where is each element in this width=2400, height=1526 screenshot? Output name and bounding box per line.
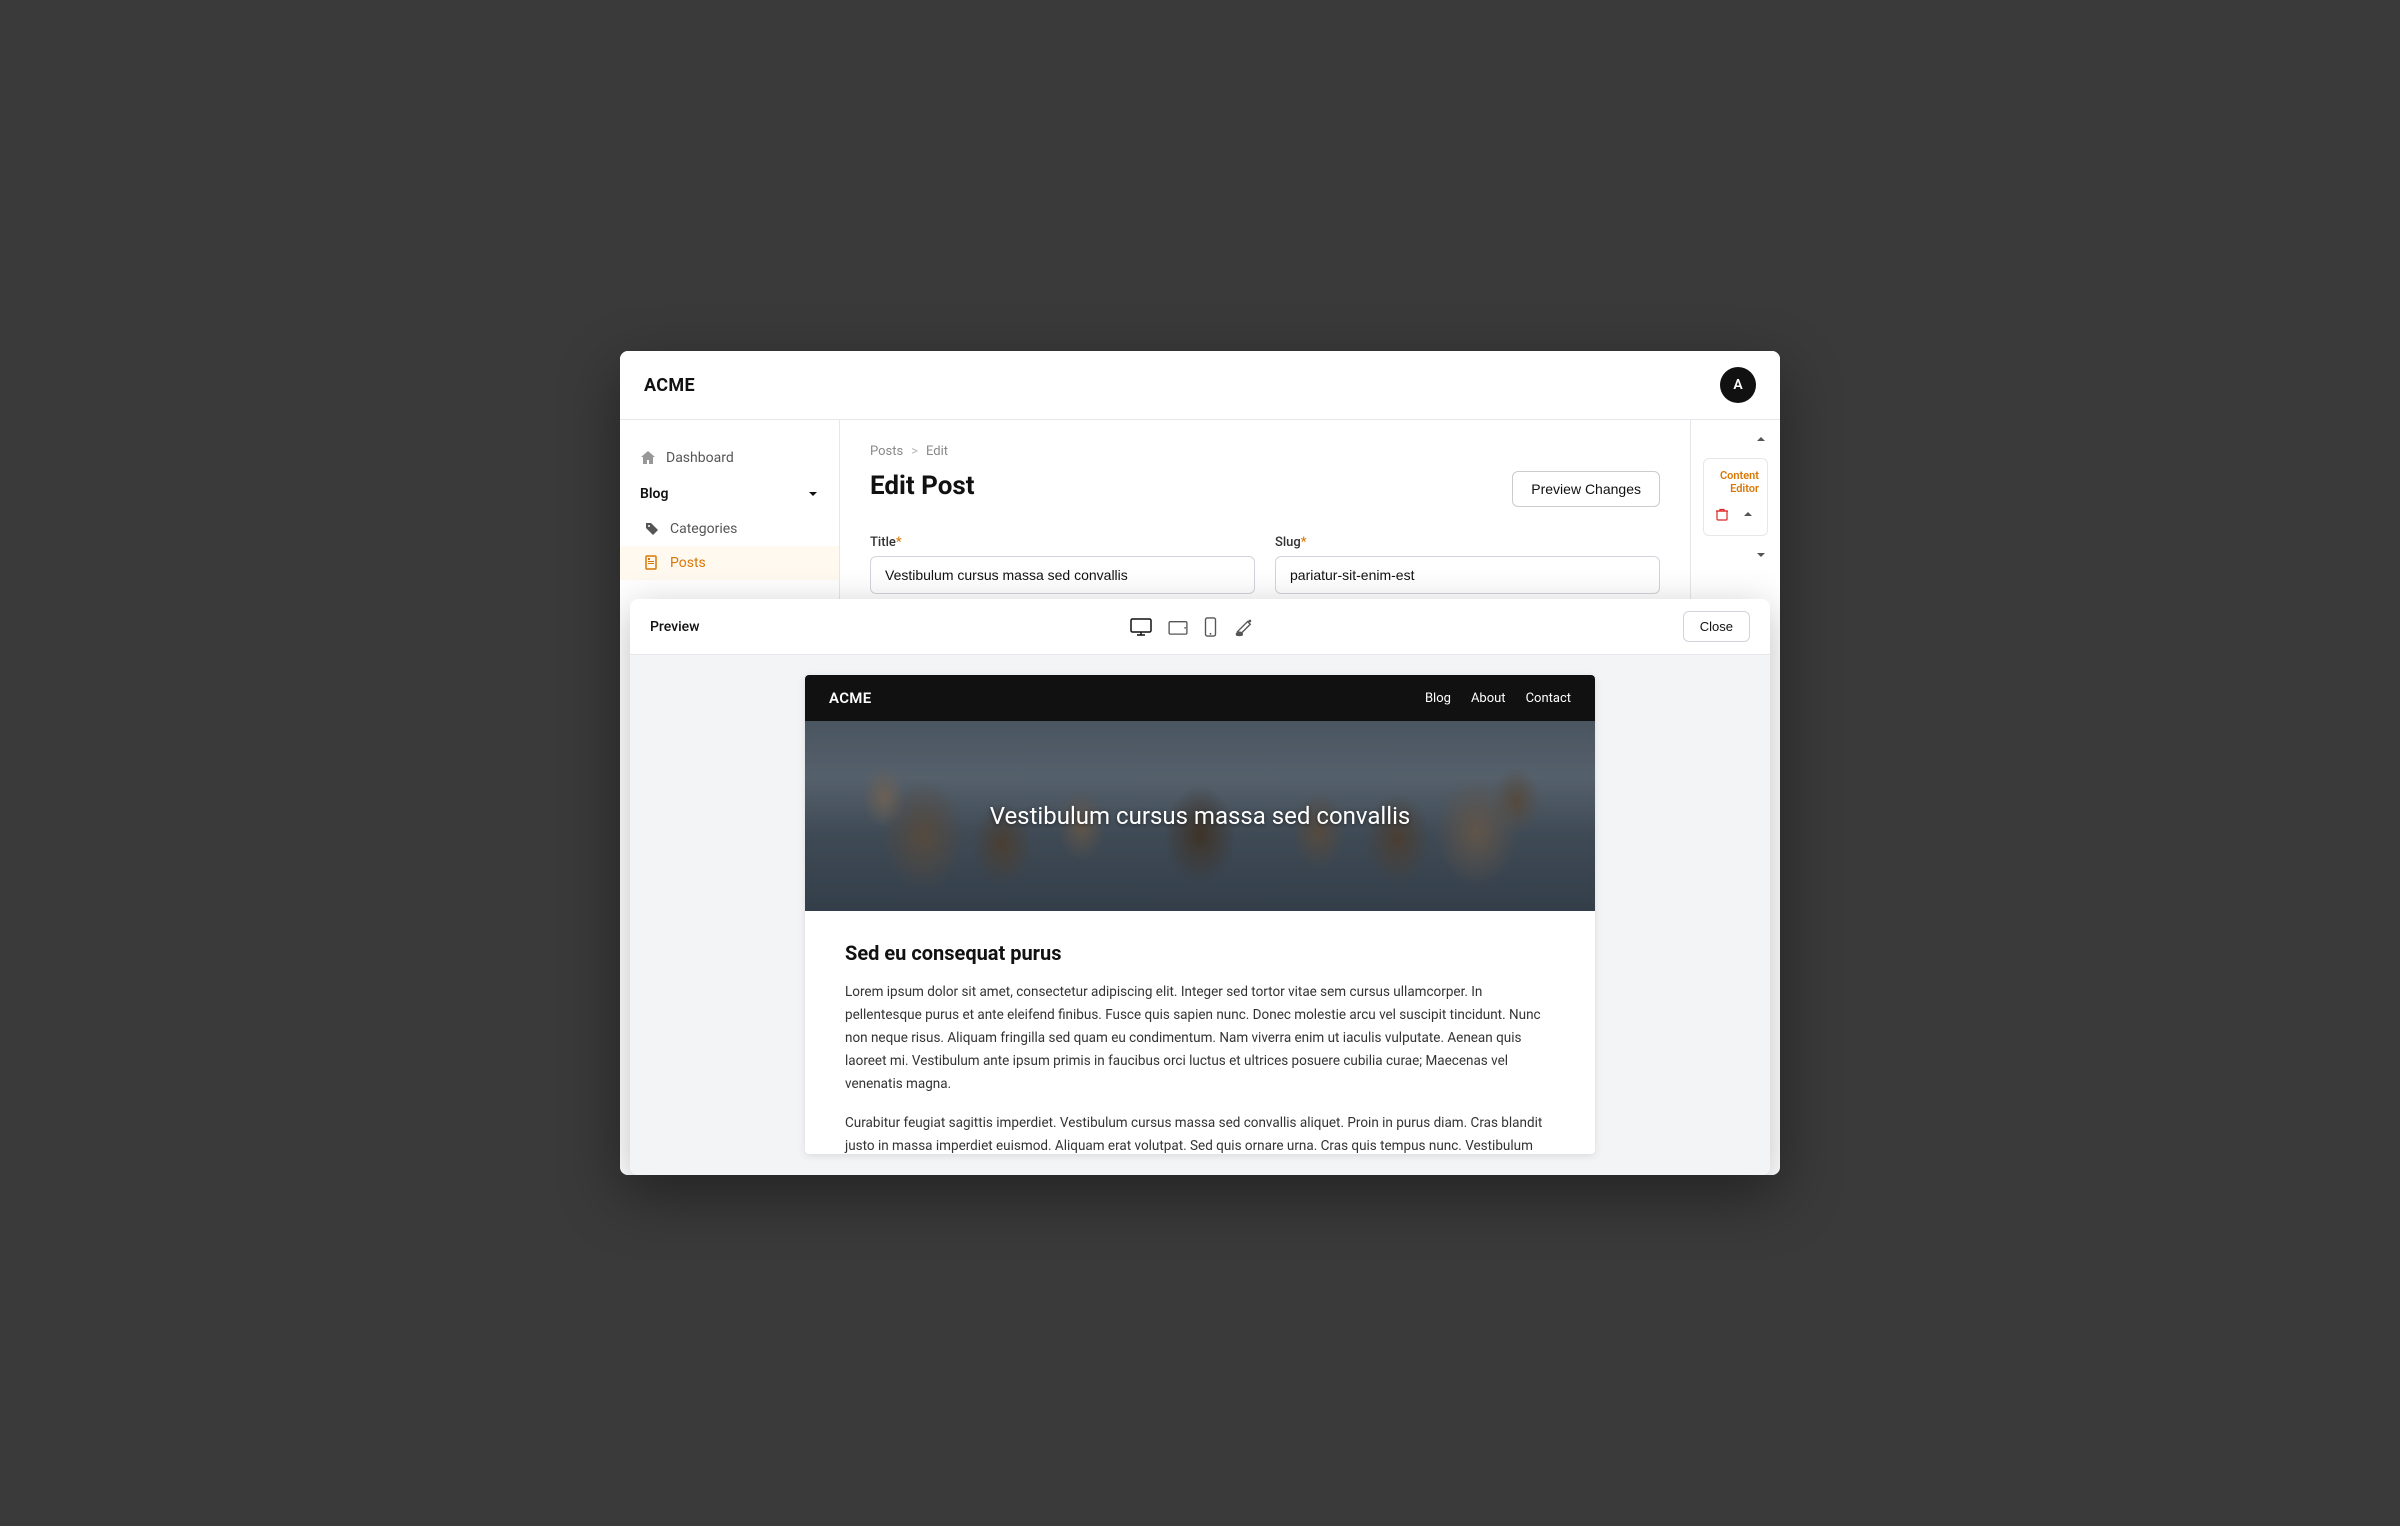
sidebar-item-categories[interactable]: Categories — [620, 512, 839, 546]
style-view-button[interactable] — [1233, 617, 1253, 637]
preview-device-icons — [1130, 617, 1253, 637]
blog-body: Sed eu consequat purus Lorem ipsum dolor… — [805, 911, 1595, 1154]
title-field: Title* — [870, 535, 1255, 594]
move-up-button[interactable] — [1737, 503, 1759, 525]
slug-field: Slug* — [1275, 535, 1660, 594]
blog-nav-links: Blog About Contact — [1425, 691, 1571, 706]
cms-logo: ACME — [644, 375, 695, 396]
cms-window: ACME A Dashboard Blog Categori — [620, 351, 1780, 1175]
blog-nav: ACME Blog About Contact — [805, 675, 1595, 721]
chevron-up-icon — [807, 488, 819, 500]
panel-action-buttons — [1712, 503, 1759, 525]
user-avatar[interactable]: A — [1720, 367, 1756, 403]
blog-nav-link-about[interactable]: About — [1471, 691, 1506, 706]
blog-logo: ACME — [829, 689, 872, 707]
desktop-icon — [1130, 618, 1152, 636]
breadcrumb-parent[interactable]: Posts — [870, 444, 903, 459]
sidebar-section-blog[interactable]: Blog — [620, 476, 839, 512]
blog-paragraph-1: Lorem ipsum dolor sit amet, consectetur … — [845, 981, 1555, 1096]
tablet-landscape-icon — [1168, 619, 1188, 635]
content-editor-label: Content Editor — [1712, 469, 1759, 495]
panel-collapse-top[interactable] — [1703, 432, 1768, 446]
preview-content-area: ACME Blog About Contact Vestibulum cursu… — [630, 655, 1770, 1174]
title-input[interactable] — [870, 556, 1255, 594]
sidebar-item-posts[interactable]: Posts — [620, 546, 839, 580]
mobile-icon — [1204, 617, 1217, 637]
title-label: Title* — [870, 535, 1255, 550]
hero-title: Vestibulum cursus massa sed convallis — [970, 802, 1431, 830]
tag-icon — [644, 521, 660, 537]
blog-paragraph-2: Curabitur feugiat sagittis imperdiet. Ve… — [845, 1112, 1555, 1154]
blog-post-body: Lorem ipsum dolor sit amet, consectetur … — [845, 981, 1555, 1154]
cms-header: ACME A — [620, 351, 1780, 420]
blog-post-heading: Sed eu consequat purus — [845, 941, 1555, 965]
chevron-up-icon — [1754, 432, 1768, 446]
paint-icon — [1233, 617, 1253, 637]
desktop-view-button[interactable] — [1130, 618, 1152, 636]
breadcrumb-current: Edit — [926, 444, 948, 459]
breadcrumb: Posts > Edit — [870, 444, 1660, 459]
panel-collapse-bottom[interactable] — [1703, 548, 1768, 562]
slug-label: Slug* — [1275, 535, 1660, 550]
preview-panel: Preview — [630, 599, 1770, 1175]
mobile-view-button[interactable] — [1204, 617, 1217, 637]
slug-input[interactable] — [1275, 556, 1660, 594]
preview-toolbar: Preview — [630, 599, 1770, 655]
blog-preview: ACME Blog About Contact Vestibulum cursu… — [805, 675, 1595, 1154]
preview-changes-button[interactable]: Preview Changes — [1512, 471, 1660, 507]
blog-nav-link-contact[interactable]: Contact — [1526, 691, 1571, 706]
chevron-up-icon — [1741, 507, 1755, 521]
chevron-down-icon — [1754, 548, 1768, 562]
blog-hero: Vestibulum cursus massa sed convallis — [805, 721, 1595, 911]
breadcrumb-separator: > — [911, 444, 918, 459]
page-title-row: Edit Post Preview Changes — [870, 471, 1660, 507]
preview-label: Preview — [650, 619, 700, 635]
blog-nav-link-blog[interactable]: Blog — [1425, 691, 1451, 706]
document-icon — [644, 555, 660, 571]
tablet-landscape-view-button[interactable] — [1168, 619, 1188, 635]
page-title: Edit Post — [870, 471, 975, 501]
trash-icon — [1715, 507, 1729, 521]
close-preview-button[interactable]: Close — [1683, 611, 1750, 642]
delete-button[interactable] — [1711, 503, 1733, 525]
content-editor-panel: Content Editor — [1703, 458, 1768, 536]
sidebar-item-dashboard[interactable]: Dashboard — [620, 440, 839, 476]
home-icon — [640, 450, 656, 466]
form-row: Title* Slug* — [870, 535, 1660, 594]
